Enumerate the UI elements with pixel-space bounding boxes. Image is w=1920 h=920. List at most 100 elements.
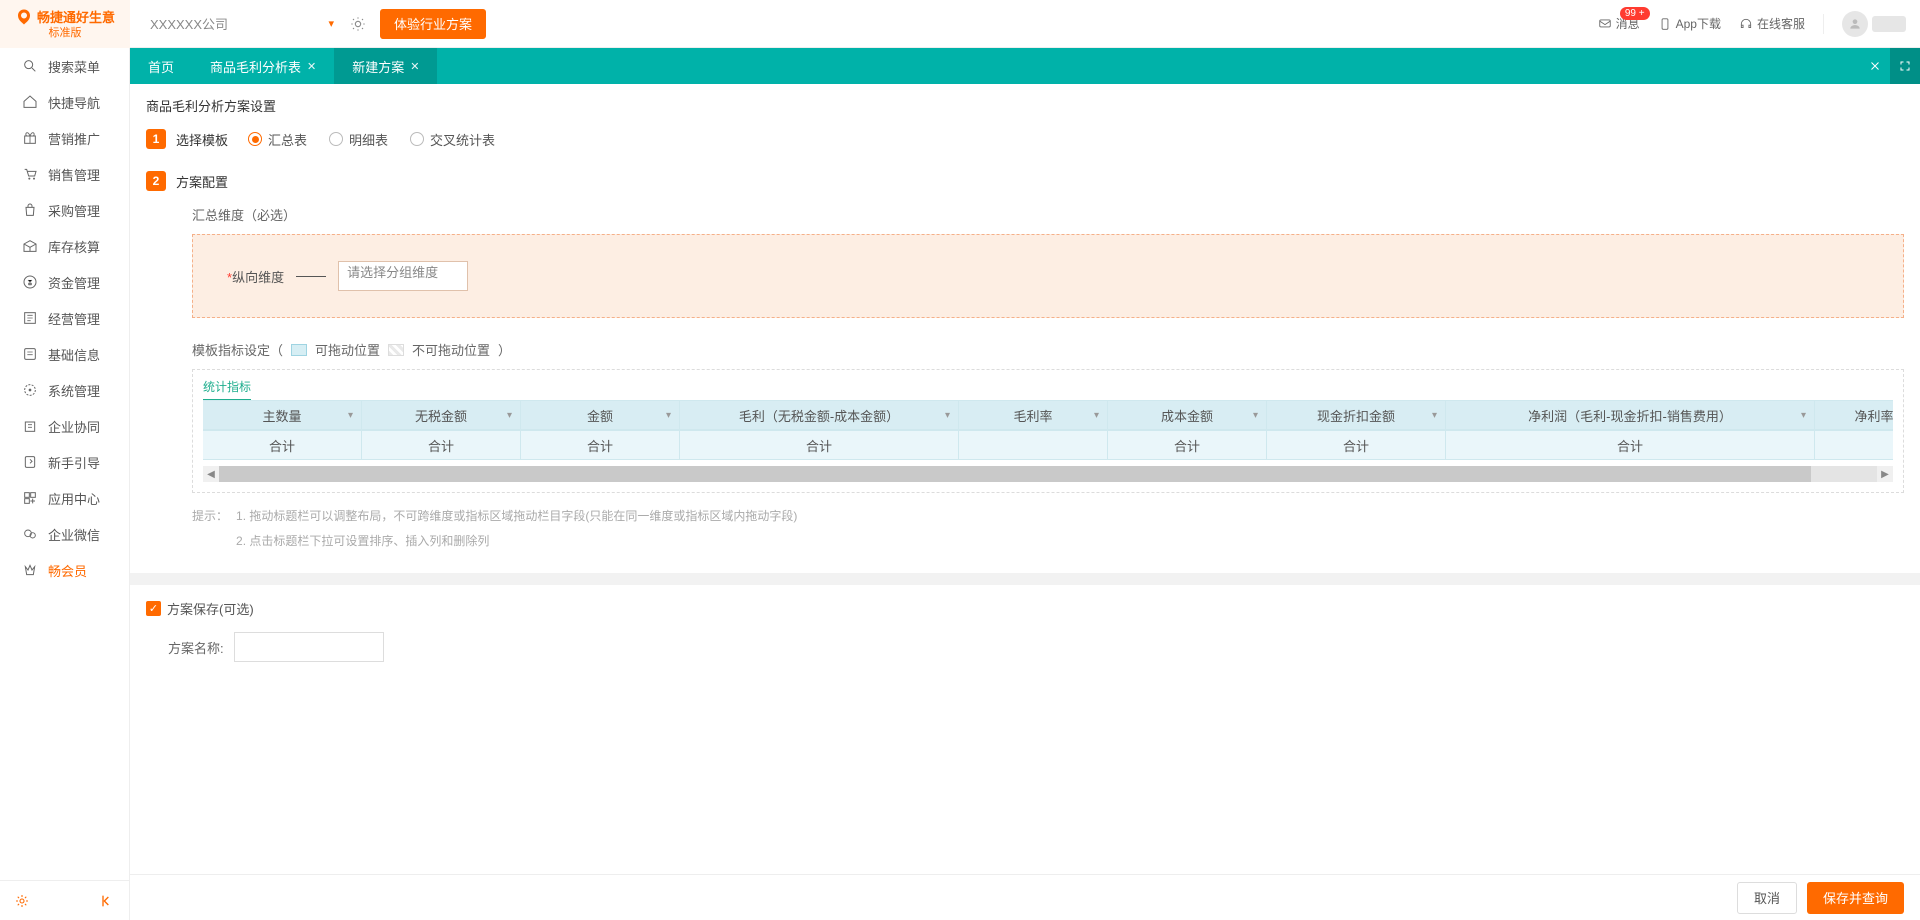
- metric-total-cell: 合计: [1445, 430, 1815, 460]
- tab-label: 首页: [148, 57, 174, 76]
- template-radio-0[interactable]: 汇总表: [248, 130, 307, 149]
- topbar-app-download[interactable]: App下载: [1658, 15, 1721, 32]
- user-menu[interactable]: [1842, 11, 1906, 37]
- message-icon: [1598, 17, 1612, 31]
- tab-label: 商品毛利分析表: [210, 57, 301, 76]
- radio-label: 明细表: [349, 130, 388, 149]
- chevron-down-icon[interactable]: ▾: [1094, 410, 1099, 421]
- metric-header-cell[interactable]: 净利率▾: [1814, 400, 1893, 430]
- cancel-button[interactable]: 取消: [1737, 882, 1797, 914]
- metric-col-title: 现金折扣金额: [1317, 406, 1395, 425]
- company-select[interactable]: XXXXXX公司 ▾: [142, 9, 342, 39]
- report-icon: [22, 310, 38, 326]
- sidebar-item-label: 营销推广: [48, 129, 100, 148]
- metric-total-cell: 合计: [520, 430, 680, 460]
- headset-icon: [1739, 17, 1753, 31]
- save-query-button[interactable]: 保存并查询: [1807, 882, 1904, 914]
- sidebar-item-base[interactable]: 基础信息: [0, 336, 129, 372]
- stat-indicator-title: 统计指标: [203, 378, 251, 401]
- brand-sub: 标准版: [49, 24, 82, 40]
- sidebar-settings-icon[interactable]: [14, 893, 30, 909]
- dim-section-label: 汇总维度（必选）: [192, 205, 1904, 224]
- sidebar-item-corp[interactable]: 企业协同: [0, 408, 129, 444]
- metric-header-cell[interactable]: 现金折扣金额 ▾: [1266, 400, 1446, 430]
- sidebar-item-wechat[interactable]: 企业微信: [0, 516, 129, 552]
- sidebar-item-system[interactable]: 系统管理: [0, 372, 129, 408]
- sidebar-item-report[interactable]: 经营管理: [0, 300, 129, 336]
- save-plan-checkbox[interactable]: ✓: [146, 601, 161, 616]
- sidebar-item-vip[interactable]: 畅会员: [0, 552, 129, 588]
- sidebar-item-guide[interactable]: 新手引导: [0, 444, 129, 480]
- scroll-left-icon[interactable]: ◀: [203, 469, 219, 480]
- sidebar-item-label: 系统管理: [48, 381, 100, 400]
- tab-新建方案[interactable]: 新建方案✕: [334, 48, 437, 84]
- trial-button[interactable]: 体验行业方案: [380, 9, 486, 39]
- chevron-down-icon[interactable]: ▾: [1432, 410, 1437, 421]
- template-radio-2[interactable]: 交叉统计表: [410, 130, 495, 149]
- sidebar-item-bag[interactable]: 采购管理: [0, 192, 129, 228]
- hint-line-2: 2. 点击标题栏下拉可设置排序、插入列和删除列: [236, 532, 489, 549]
- metric-header-cell[interactable]: 主数量 ▾: [203, 400, 362, 430]
- metric-legend-label: 模板指标设定（: [192, 340, 283, 359]
- sidebar-item-label: 资金管理: [48, 273, 100, 292]
- metric-header-cell[interactable]: 成本金额▾: [1107, 400, 1267, 430]
- system-icon: [22, 382, 38, 398]
- metric-header-cell[interactable]: 金额▾: [520, 400, 680, 430]
- settings-icon[interactable]: [350, 16, 366, 32]
- sidebar-collapse-icon[interactable]: [99, 893, 115, 909]
- sidebar-item-label: 基础信息: [48, 345, 100, 364]
- sidebar-item-label: 销售管理: [48, 165, 100, 184]
- guide-icon: [22, 454, 38, 470]
- sidebar-item-money[interactable]: 资金管理: [0, 264, 129, 300]
- metric-header-cell[interactable]: 毛利率 ▾: [958, 400, 1108, 430]
- sidebar-item-home[interactable]: 快捷导航: [0, 84, 129, 120]
- sidebar-item-cart[interactable]: 销售管理: [0, 156, 129, 192]
- avatar-icon: [1842, 11, 1868, 37]
- dimension-dropzone[interactable]: *纵向维度 请选择分组维度: [192, 234, 1904, 318]
- chevron-down-icon[interactable]: ▾: [666, 410, 671, 421]
- dimension-select[interactable]: 请选择分组维度: [338, 261, 468, 291]
- sidebar-item-gift[interactable]: 营销推广: [0, 120, 129, 156]
- sidebar-item-label: 应用中心: [48, 489, 100, 508]
- scroll-right-icon[interactable]: ▶: [1877, 469, 1893, 480]
- sidebar-item-search[interactable]: 搜索菜单: [0, 48, 129, 84]
- chevron-down-icon[interactable]: ▾: [348, 410, 353, 421]
- metric-header-cell[interactable]: 无税金额▾: [361, 400, 521, 430]
- step2-badge: 2: [146, 171, 166, 191]
- chevron-down-icon[interactable]: ▾: [1253, 410, 1258, 421]
- metric-col-title: 主数量: [262, 406, 301, 425]
- template-radio-1[interactable]: 明细表: [329, 130, 388, 149]
- dim-label: 纵向维度: [232, 270, 284, 285]
- tab-首页[interactable]: 首页: [130, 48, 192, 84]
- tab-商品毛利分析表[interactable]: 商品毛利分析表 ✕: [192, 48, 334, 84]
- chevron-down-icon[interactable]: ▾: [945, 410, 950, 421]
- gift-icon: [22, 130, 38, 146]
- topbar-messages[interactable]: 消息 99 +: [1598, 15, 1640, 32]
- metric-horizontal-scrollbar[interactable]: ◀ ▶: [203, 466, 1893, 482]
- user-name-mask: [1872, 16, 1906, 32]
- phone-icon: [1658, 17, 1672, 31]
- tab-fullscreen-icon[interactable]: [1890, 48, 1920, 84]
- radio-icon: [410, 132, 424, 146]
- messages-badge: 99 +: [1620, 7, 1650, 20]
- plan-name-input[interactable]: [234, 632, 384, 662]
- metric-total-cell: 合计: [361, 430, 521, 460]
- tab-close-icon[interactable]: ✕: [410, 60, 419, 73]
- metric-col-title: 毛利（无税金额-成本金额）: [739, 406, 899, 425]
- sidebar-item-apps[interactable]: 应用中心: [0, 480, 129, 516]
- sidebar-item-stock[interactable]: 库存核算: [0, 228, 129, 264]
- chevron-down-icon[interactable]: ▾: [507, 410, 512, 421]
- metric-header-cell[interactable]: 毛利（无税金额-成本金额） ▾: [679, 400, 959, 430]
- metric-header-cell[interactable]: 净利润（毛利-现金折扣-销售费用） ▾: [1445, 400, 1815, 430]
- metric-col-title: 净利润（毛利-现金折扣-销售费用）: [1528, 406, 1732, 425]
- metric-total-cell: 合计: [679, 430, 959, 460]
- tab-close-all-icon[interactable]: [1860, 48, 1890, 84]
- metric-col-title: 毛利率: [1013, 406, 1052, 425]
- step1-badge: 1: [146, 129, 166, 149]
- stock-icon: [22, 238, 38, 254]
- chevron-down-icon[interactable]: ▾: [1801, 410, 1806, 421]
- tab-close-icon[interactable]: ✕: [307, 60, 316, 73]
- sidebar-item-label: 经营管理: [48, 309, 100, 328]
- wechat-icon: [22, 526, 38, 542]
- topbar-service[interactable]: 在线客服: [1739, 15, 1805, 32]
